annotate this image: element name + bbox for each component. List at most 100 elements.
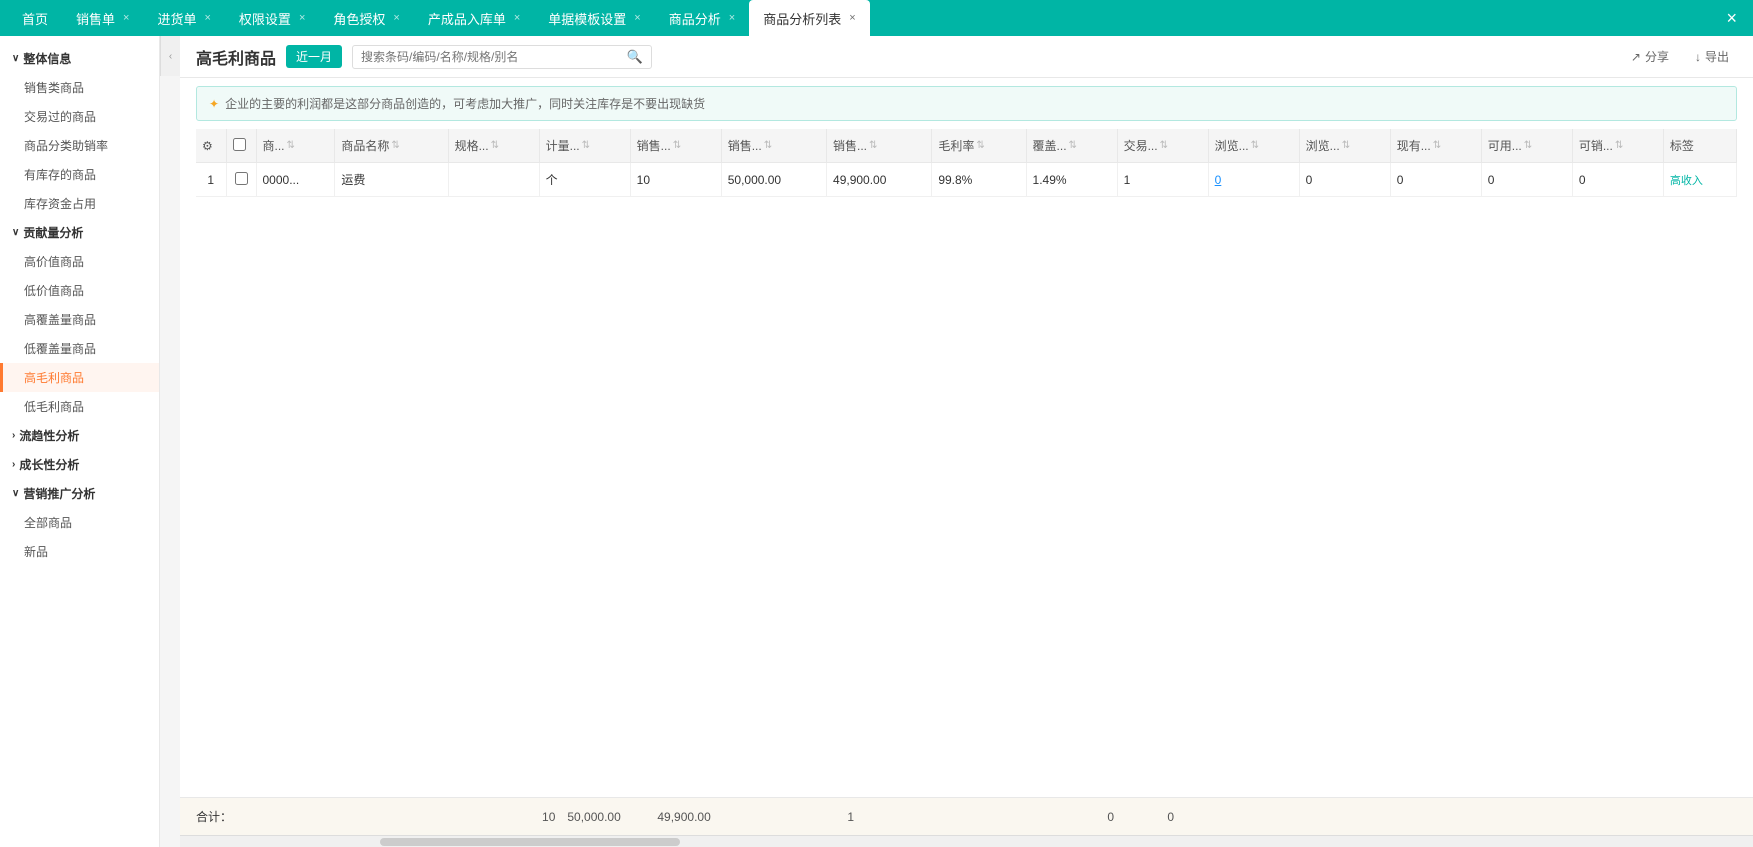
share-icon: ↗ <box>1631 50 1641 64</box>
nav-item-角色授权[interactable]: 角色授权× <box>319 0 413 36</box>
footer-sales-qty: 10 <box>252 810 561 824</box>
nav-close-单据模板设置[interactable]: × <box>634 12 640 24</box>
select-all-checkbox[interactable] <box>233 138 246 151</box>
nav-close-商品分析列表[interactable]: × <box>849 12 855 24</box>
col-header-available[interactable]: 可用...⇅ <box>1481 129 1572 163</box>
nav-close-产成品入库单[interactable]: × <box>514 12 520 24</box>
footer-available: 0 <box>1161 810 1221 824</box>
sidebar-item-1-5[interactable]: 低毛利商品 <box>0 392 159 421</box>
col-label-name: 商品名称 <box>341 137 389 154</box>
cell-gross_margin-0: 99.8% <box>932 163 1026 197</box>
cell-current-0: 0 <box>1390 163 1481 197</box>
col-checkbox[interactable] <box>226 129 256 163</box>
sort-icon-saleable: ⇅ <box>1615 140 1623 151</box>
sidebar-item-0-1[interactable]: 交易过的商品 <box>0 102 159 131</box>
info-banner: ✦ 企业的主要的利润都是这部分商品创造的，可考虑加大推广，同时关注库存是不要出现… <box>196 86 1737 121</box>
sort-icon-name: ⇅ <box>391 140 399 151</box>
sidebar-group-4[interactable]: ∨营销推广分析 <box>0 479 159 508</box>
sidebar-item-1-2[interactable]: 高覆盖量商品 <box>0 305 159 334</box>
col-label-sales_amount: 销售... <box>728 137 762 154</box>
data-table: ⚙商...⇅商品名称⇅规格...⇅计量...⇅销售...⇅销售...⇅销售...… <box>196 129 1737 197</box>
cell-trade-0: 1 <box>1117 163 1208 197</box>
col-gear[interactable]: ⚙ <box>196 129 226 163</box>
sidebar-group-0[interactable]: ∨整体信息 <box>0 44 159 73</box>
group-arrow-2: › <box>12 430 15 441</box>
nav-item-单据模板设置[interactable]: 单据模板设置× <box>534 0 654 36</box>
nav-item-进货单[interactable]: 进货单× <box>143 0 224 36</box>
nav-item-商品分析[interactable]: 商品分析× <box>655 0 749 36</box>
table-footer: 合计： 10 50,000.00 49,900.00 1 0 0 <box>180 797 1753 835</box>
footer-current: 0 <box>1101 810 1161 824</box>
cell-unit-0: 个 <box>539 163 630 197</box>
sidebar-item-1-4[interactable]: 高毛利商品 <box>0 363 159 392</box>
search-input[interactable] <box>361 50 623 64</box>
horizontal-scrollbar[interactable] <box>180 835 1753 847</box>
sidebar-group-3[interactable]: ›成长性分析 <box>0 450 159 479</box>
top-navigation: 首页销售单×进货单×权限设置×角色授权×产成品入库单×单据模板设置×商品分析×商… <box>0 0 1753 36</box>
sort-icon-spec: ⇅ <box>491 140 499 151</box>
col-header-gross_margin[interactable]: 毛利率⇅ <box>932 129 1026 163</box>
footer-trade: 1 <box>841 810 901 824</box>
col-header-spec[interactable]: 规格...⇅ <box>448 129 539 163</box>
cell-checkbox-0[interactable] <box>226 163 256 197</box>
nav-close-权限设置[interactable]: × <box>299 12 305 24</box>
nav-close-进货单[interactable]: × <box>204 12 210 24</box>
nav-close-销售单[interactable]: × <box>123 12 129 24</box>
col-header-code[interactable]: 商...⇅ <box>256 129 335 163</box>
nav-close-商品分析[interactable]: × <box>729 12 735 24</box>
table-container[interactable]: ⚙商...⇅商品名称⇅规格...⇅计量...⇅销售...⇅销售...⇅销售...… <box>180 129 1753 797</box>
sidebar-item-4-1[interactable]: 新品 <box>0 537 159 566</box>
export-button[interactable]: ↓ 导出 <box>1687 44 1737 69</box>
nav-item-产成品入库单[interactable]: 产成品入库单× <box>414 0 534 36</box>
sort-icon-browse1: ⇅ <box>1251 140 1259 151</box>
col-header-sales_amount[interactable]: 销售...⇅ <box>721 129 826 163</box>
sidebar-item-0-0[interactable]: 销售类商品 <box>0 73 159 102</box>
content-area: 高毛利商品 近一月 🔍 ↗ 分享 ↓ 导出 ✦ 企业的主要的利润都是这部分商品创… <box>180 36 1753 847</box>
sidebar: ∨整体信息销售类商品交易过的商品商品分类助销率有库存的商品库存资金占用∨贡献量分… <box>0 36 160 847</box>
cell-sales_amount-0: 50,000.00 <box>721 163 826 197</box>
browse1-link-0[interactable]: 0 <box>1215 173 1222 187</box>
sidebar-group-2[interactable]: ›流趋性分析 <box>0 421 159 450</box>
sidebar-item-1-3[interactable]: 低覆盖量商品 <box>0 334 159 363</box>
nav-item-销售单[interactable]: 销售单× <box>62 0 143 36</box>
col-header-coverage[interactable]: 覆盖...⇅ <box>1026 129 1117 163</box>
group-arrow-4: ∨ <box>12 488 19 499</box>
col-header-current[interactable]: 现有...⇅ <box>1390 129 1481 163</box>
sidebar-item-0-2[interactable]: 商品分类助销率 <box>0 131 159 160</box>
cell-no-0: 1 <box>196 163 226 197</box>
sidebar-item-4-0[interactable]: 全部商品 <box>0 508 159 537</box>
col-label-current: 现有... <box>1397 137 1431 154</box>
period-button[interactable]: 近一月 <box>286 45 342 68</box>
sidebar-item-1-1[interactable]: 低价值商品 <box>0 276 159 305</box>
col-label-spec: 规格... <box>455 137 489 154</box>
sidebar-group-1[interactable]: ∨贡献量分析 <box>0 218 159 247</box>
col-header-browse1[interactable]: 浏览...⇅ <box>1208 129 1299 163</box>
nav-item-权限设置[interactable]: 权限设置× <box>225 0 319 36</box>
cell-available-0: 0 <box>1481 163 1572 197</box>
nav-item-商品分析列表[interactable]: 商品分析列表× <box>749 0 869 36</box>
footer-label: 合计： <box>196 808 232 825</box>
col-header-sales_qty[interactable]: 销售...⇅ <box>630 129 721 163</box>
sidebar-collapse-button[interactable]: ‹ <box>160 36 180 76</box>
row-checkbox-0[interactable] <box>235 172 248 185</box>
scrollbar-thumb[interactable] <box>380 838 680 846</box>
col-header-trade[interactable]: 交易...⇅ <box>1117 129 1208 163</box>
col-header-sales_cost[interactable]: 销售...⇅ <box>827 129 932 163</box>
col-header-unit[interactable]: 计量...⇅ <box>539 129 630 163</box>
nav-close-角色授权[interactable]: × <box>393 12 399 24</box>
col-label-saleable: 可销... <box>1579 137 1613 154</box>
col-header-saleable[interactable]: 可销...⇅ <box>1572 129 1663 163</box>
cell-browse1-0: 0 <box>1208 163 1299 197</box>
sidebar-item-1-0[interactable]: 高价值商品 <box>0 247 159 276</box>
col-label-available: 可用... <box>1488 137 1522 154</box>
nav-item-首页[interactable]: 首页 <box>8 0 62 36</box>
content-header: 高毛利商品 近一月 🔍 ↗ 分享 ↓ 导出 <box>180 36 1753 78</box>
col-header-name[interactable]: 商品名称⇅ <box>335 129 448 163</box>
sidebar-item-0-4[interactable]: 库存资金占用 <box>0 189 159 218</box>
col-header-browse2[interactable]: 浏览...⇅ <box>1299 129 1390 163</box>
sort-icon-sales_amount: ⇅ <box>764 140 772 151</box>
sidebar-item-0-3[interactable]: 有库存的商品 <box>0 160 159 189</box>
share-button[interactable]: ↗ 分享 <box>1623 44 1677 69</box>
app-close-button[interactable]: × <box>1718 8 1745 29</box>
sort-icon-browse2: ⇅ <box>1342 140 1350 151</box>
